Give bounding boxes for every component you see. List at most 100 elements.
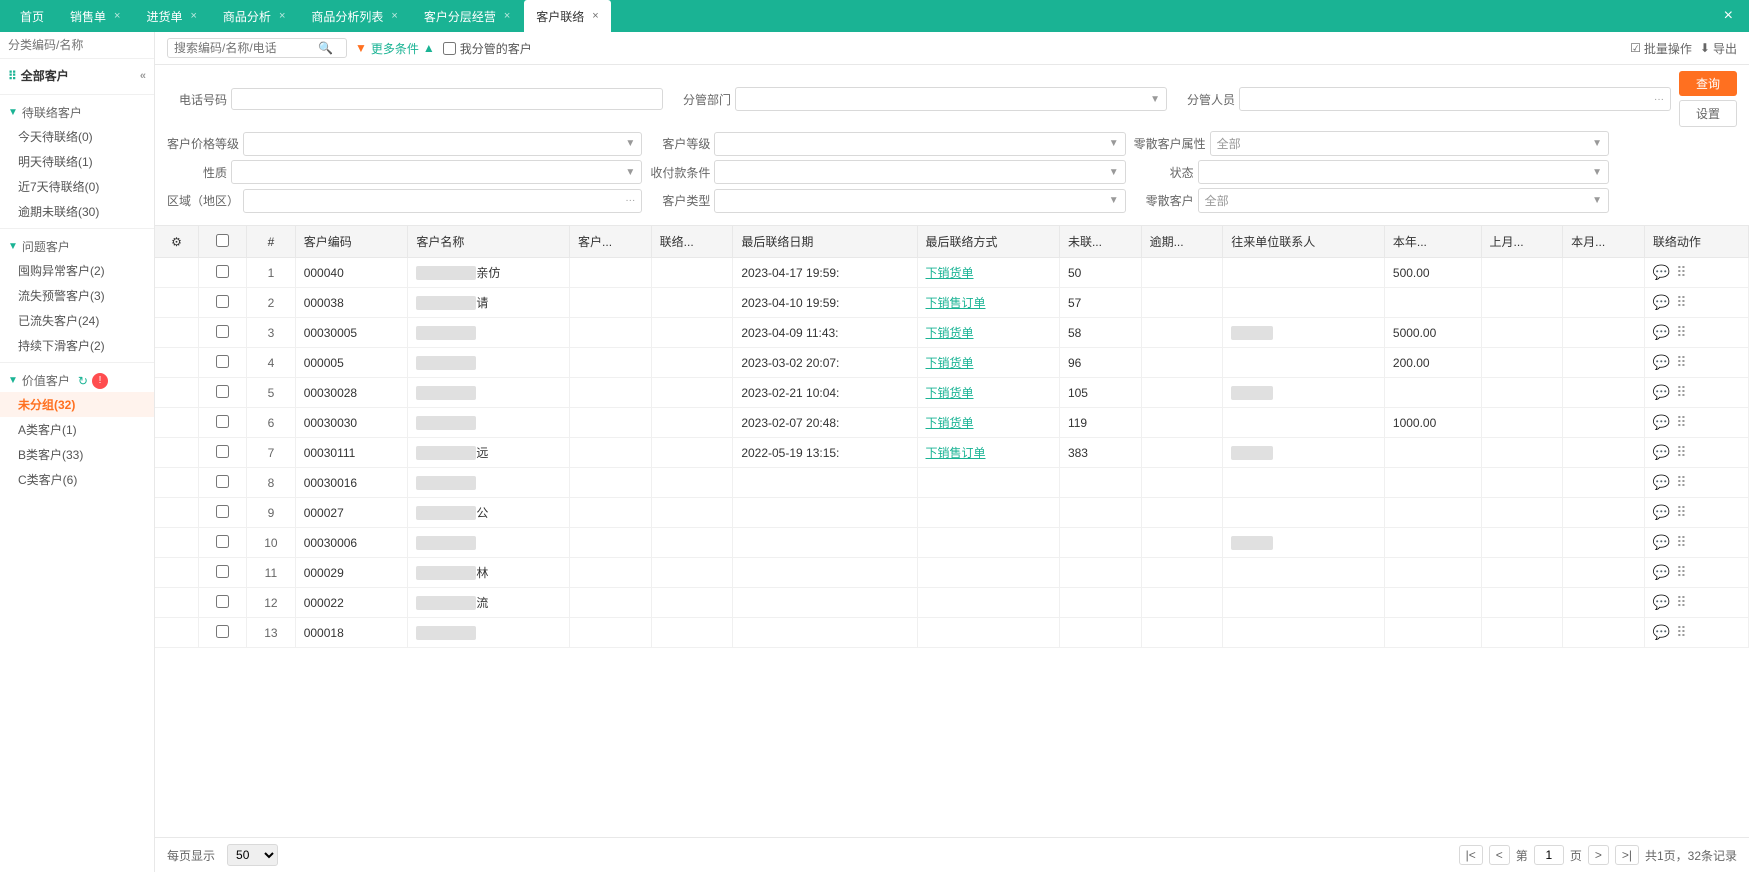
row-checkbox[interactable] bbox=[216, 385, 229, 398]
sidebar-group-pending[interactable]: ▼ 待联络客户 bbox=[0, 99, 154, 124]
chat-icon[interactable]: 💬 bbox=[1653, 504, 1670, 521]
th-checkbox[interactable] bbox=[199, 226, 247, 258]
th-no-contact[interactable]: 未联... bbox=[1059, 226, 1141, 258]
sidebar-item-churned[interactable]: 已流失客户(24) bbox=[0, 308, 154, 333]
row-checkbox[interactable] bbox=[216, 535, 229, 548]
more-conditions-btn[interactable]: ▼ 更多条件 ▲ bbox=[355, 40, 435, 57]
th-name[interactable]: 客户名称 bbox=[408, 226, 570, 258]
page-last-btn[interactable]: >| bbox=[1615, 845, 1639, 865]
my-customers-check[interactable] bbox=[443, 42, 456, 55]
page-size-select[interactable]: 50 100 200 bbox=[227, 844, 278, 866]
row-checkbox[interactable] bbox=[216, 445, 229, 458]
nav-tab-customer-contact-close[interactable]: × bbox=[592, 10, 598, 22]
cell-checkbox[interactable] bbox=[199, 618, 247, 648]
cell-checkbox[interactable] bbox=[199, 318, 247, 348]
nav-tab-home[interactable]: 首页 bbox=[8, 0, 56, 32]
grid-icon[interactable]: ⠿ bbox=[1676, 354, 1686, 371]
filter-select-status[interactable]: ▼ bbox=[1198, 160, 1609, 184]
grid-icon[interactable]: ⠿ bbox=[1676, 504, 1686, 521]
nav-tab-sales[interactable]: 销售单 × bbox=[58, 0, 132, 32]
contact-method-link[interactable]: 下销货单 bbox=[926, 416, 974, 430]
grid-icon[interactable]: ⠿ bbox=[1676, 414, 1686, 431]
grid-icon[interactable]: ⠿ bbox=[1676, 474, 1686, 491]
cell-checkbox[interactable] bbox=[199, 558, 247, 588]
my-customers-checkbox[interactable]: 我分管的客户 bbox=[443, 40, 532, 57]
chat-icon[interactable]: 💬 bbox=[1653, 594, 1670, 611]
contact-method-link[interactable]: 下销售订单 bbox=[926, 296, 986, 310]
sidebar-group-problem[interactable]: ▼ 问题客户 bbox=[0, 233, 154, 258]
nav-tab-analysis[interactable]: 商品分析 × bbox=[211, 0, 297, 32]
grid-icon[interactable]: ⠿ bbox=[1676, 594, 1686, 611]
page-next-btn[interactable]: > bbox=[1588, 845, 1609, 865]
th-this-month[interactable]: 本月... bbox=[1563, 226, 1645, 258]
th-last-contact-date[interactable]: 最后联络日期 bbox=[733, 226, 917, 258]
row-checkbox[interactable] bbox=[216, 565, 229, 578]
sidebar-item-ungroup[interactable]: 未分组(32) bbox=[0, 392, 154, 417]
chat-icon[interactable]: 💬 bbox=[1653, 324, 1670, 341]
nav-tab-sales-close[interactable]: × bbox=[114, 10, 120, 22]
row-checkbox[interactable] bbox=[216, 475, 229, 488]
select-all-checkbox[interactable] bbox=[216, 234, 229, 247]
page-prev-btn[interactable]: < bbox=[1489, 845, 1510, 865]
sidebar-group-value[interactable]: ▼ 价值客户 ↻ ! bbox=[0, 367, 154, 392]
cell-checkbox[interactable] bbox=[199, 588, 247, 618]
contact-method-link[interactable]: 下销货单 bbox=[926, 326, 974, 340]
nav-tab-purchase-close[interactable]: × bbox=[190, 10, 196, 22]
row-checkbox[interactable] bbox=[216, 325, 229, 338]
grid-icon[interactable]: ⠿ bbox=[1676, 324, 1686, 341]
row-checkbox[interactable] bbox=[216, 415, 229, 428]
sidebar-all-customers[interactable]: ⠿ 全部客户 « bbox=[0, 61, 154, 90]
filter-select-nature[interactable]: ▼ bbox=[231, 160, 642, 184]
sidebar-item-churn-warn[interactable]: 流失预警客户(3) bbox=[0, 283, 154, 308]
row-checkbox[interactable] bbox=[216, 505, 229, 518]
sidebar-item-class-c[interactable]: C类客户(6) bbox=[0, 467, 154, 492]
cell-checkbox[interactable] bbox=[199, 438, 247, 468]
th-this-year[interactable]: 本年... bbox=[1384, 226, 1481, 258]
grid-icon[interactable]: ⠿ bbox=[1676, 444, 1686, 461]
refresh-icon[interactable]: ↻ bbox=[78, 374, 88, 388]
sidebar-item-today[interactable]: 今天待联络(0) bbox=[0, 124, 154, 149]
nav-close-all[interactable]: × bbox=[1716, 7, 1741, 25]
filter-select-price-level[interactable]: ▼ bbox=[243, 132, 642, 156]
reset-btn[interactable]: 设置 bbox=[1679, 100, 1737, 127]
cell-checkbox[interactable] bbox=[199, 468, 247, 498]
chat-icon[interactable]: 💬 bbox=[1653, 534, 1670, 551]
filter-select-dept[interactable]: ▼ bbox=[735, 87, 1167, 111]
row-checkbox[interactable] bbox=[216, 295, 229, 308]
chat-icon[interactable]: 💬 bbox=[1653, 564, 1670, 581]
th-gear[interactable]: ⚙ bbox=[155, 226, 199, 258]
th-level[interactable]: 客户... bbox=[570, 226, 652, 258]
grid-icon[interactable]: ⠿ bbox=[1676, 564, 1686, 581]
sidebar-item-class-b[interactable]: B类客户(33) bbox=[0, 442, 154, 467]
cell-checkbox[interactable] bbox=[199, 408, 247, 438]
nav-tab-analysis-list[interactable]: 商品分析列表 × bbox=[299, 0, 409, 32]
page-first-btn[interactable]: |< bbox=[1459, 845, 1483, 865]
sidebar-search-input[interactable] bbox=[8, 38, 155, 52]
grid-icon[interactable]: ⠿ bbox=[1676, 384, 1686, 401]
query-btn[interactable]: 查询 bbox=[1679, 71, 1737, 96]
cell-checkbox[interactable] bbox=[199, 288, 247, 318]
filter-select-region[interactable]: ··· bbox=[243, 189, 642, 213]
chat-icon[interactable]: 💬 bbox=[1653, 474, 1670, 491]
sidebar-item-7days[interactable]: 近7天待联络(0) bbox=[0, 174, 154, 199]
search-input[interactable] bbox=[174, 41, 314, 55]
filter-select-retail-attr[interactable]: 全部 ▼ bbox=[1210, 131, 1609, 156]
contact-method-link[interactable]: 下销售订单 bbox=[926, 446, 986, 460]
chat-icon[interactable]: 💬 bbox=[1653, 414, 1670, 431]
filter-select-payment[interactable]: ▼ bbox=[714, 160, 1125, 184]
cell-checkbox[interactable] bbox=[199, 348, 247, 378]
nav-tab-analysis-list-close[interactable]: × bbox=[391, 10, 397, 22]
nav-tab-customer-contact[interactable]: 客户联络 × bbox=[524, 0, 610, 32]
th-last-contact-method[interactable]: 最后联络方式 bbox=[917, 226, 1059, 258]
contact-method-link[interactable]: 下销货单 bbox=[926, 356, 974, 370]
sidebar-item-declining[interactable]: 持续下滑客户(2) bbox=[0, 333, 154, 358]
row-checkbox[interactable] bbox=[216, 595, 229, 608]
row-checkbox[interactable] bbox=[216, 265, 229, 278]
grid-icon[interactable]: ⠿ bbox=[1676, 264, 1686, 281]
grid-icon[interactable]: ⠿ bbox=[1676, 624, 1686, 641]
nav-tab-customer-segment[interactable]: 客户分层经营 × bbox=[412, 0, 522, 32]
th-last-month[interactable]: 上月... bbox=[1481, 226, 1563, 258]
chat-icon[interactable]: 💬 bbox=[1653, 264, 1670, 281]
nav-tab-customer-segment-close[interactable]: × bbox=[504, 10, 510, 22]
filter-select-customer-type[interactable]: ▼ bbox=[714, 189, 1125, 213]
